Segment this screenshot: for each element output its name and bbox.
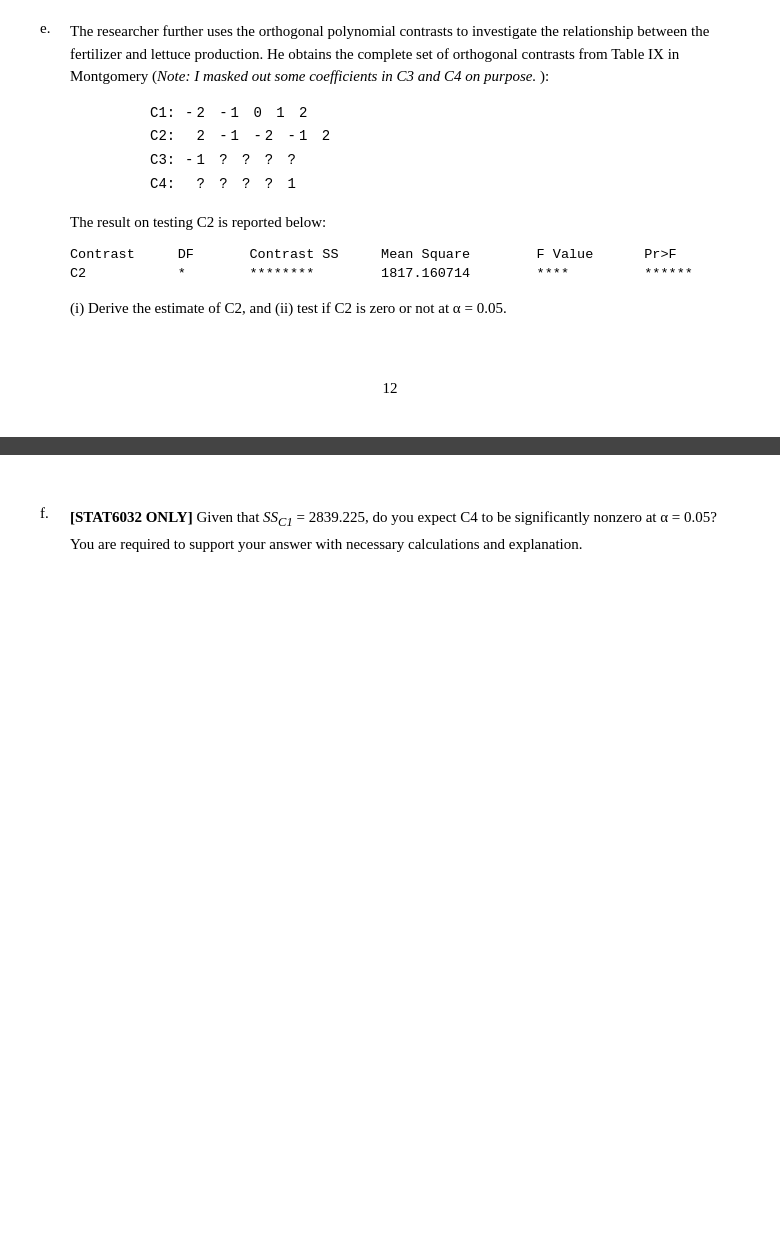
section-f-ss-subscript: C1 [278, 515, 293, 529]
anova-header-row: Contrast DF Contrast SS Mean Square F Va… [70, 245, 740, 264]
section-e-label: e. [40, 20, 60, 340]
cell-ms: 1817.160714 [381, 264, 537, 283]
dark-bar-separator [0, 437, 780, 455]
header-ss: Contrast SS [249, 245, 381, 264]
cell-fval: **** [537, 264, 645, 283]
header-ms: Mean Square [381, 245, 537, 264]
section-e-paragraph: The researcher further uses the orthogon… [70, 20, 740, 88]
header-prf: Pr>F [644, 245, 740, 264]
section-f-text-main: Given that [196, 509, 263, 525]
anova-data-row: C2 * ******** 1817.160714 **** ****** [70, 264, 740, 283]
anova-table: Contrast DF Contrast SS Mean Square F Va… [70, 245, 740, 283]
header-df: DF [178, 245, 250, 264]
page-number: 12 [40, 380, 740, 397]
section-f-bold: [STAT6032 ONLY] [70, 509, 193, 525]
section-e: e. The researcher further uses the ortho… [40, 20, 740, 340]
cell-ss: ******** [249, 264, 381, 283]
cell-df: * [178, 264, 250, 283]
cell-contrast: C2 [70, 264, 178, 283]
derive-text: (i) Derive the estimate of C2, and (ii) … [70, 297, 740, 320]
coefficients-table: C1: -2 -1 0 1 2 C2: 2 -1 -2 -1 2 C3: -1 … [150, 102, 740, 197]
section-f: f. [STAT6032 ONLY] Given that SSC1 = 283… [40, 505, 740, 556]
cell-prf: ****** [644, 264, 740, 283]
coeff-row-c3: C3: -1 ? ? ? ? [150, 149, 740, 173]
coeff-row-c1: C1: -2 -1 0 1 2 [150, 102, 740, 126]
header-contrast: Contrast [70, 245, 178, 264]
coeff-row-c4: C4: ? ? ? ? 1 [150, 173, 740, 197]
result-text: The result on testing C2 is reported bel… [70, 211, 740, 234]
coeff-row-c2: C2: 2 -1 -2 -1 2 [150, 125, 740, 149]
section-e-text: The researcher further uses the orthogon… [70, 20, 740, 340]
section-f-ss-notation: SSC1 [263, 509, 293, 525]
section-f-paragraph: [STAT6032 ONLY] Given that SSC1 = 2839.2… [70, 505, 740, 556]
section-f-label: f. [40, 505, 60, 556]
section-f-text: [STAT6032 ONLY] Given that SSC1 = 2839.2… [70, 505, 740, 556]
header-fval: F Value [537, 245, 645, 264]
